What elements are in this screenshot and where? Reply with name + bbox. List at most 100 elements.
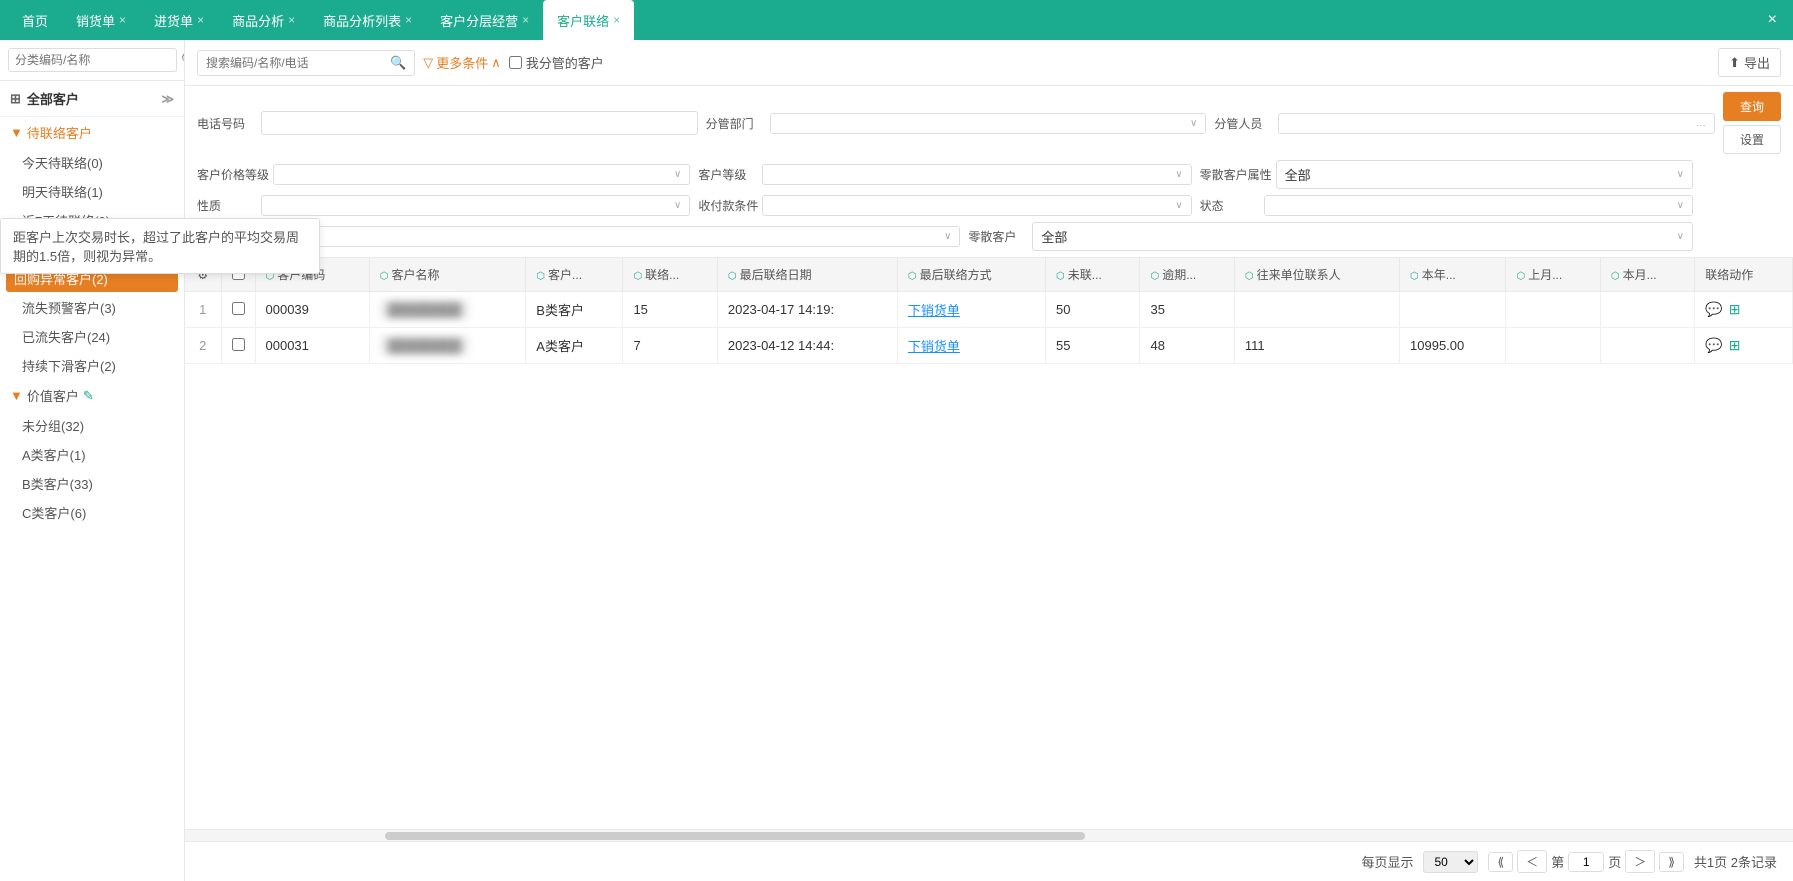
filter-person: 分管人员 … (1214, 113, 1715, 134)
scrollbar-thumb[interactable] (385, 832, 1085, 840)
col-name[interactable]: 客户名称 (369, 258, 526, 292)
export-btn[interactable]: ⬆ 导出 (1718, 48, 1781, 77)
person-select[interactable]: … (1278, 113, 1715, 134)
sidebar-class-a[interactable]: A类客户(1) (0, 440, 184, 469)
page-size-select[interactable]: 50 20 100 (1423, 851, 1478, 873)
chevron-down-icon-7: ∨ (1175, 200, 1182, 211)
search-icon[interactable]: 🔍 (390, 55, 406, 71)
col-contact[interactable]: 联络... (623, 258, 717, 292)
col-last-contact-date[interactable]: 最后联络日期 (717, 258, 897, 292)
contact-icon-1[interactable]: 💬 (1705, 301, 1722, 318)
sidebar-lost[interactable]: 已流失客户(24) (0, 322, 184, 351)
sidebar-ungroup[interactable]: 未分组(32) (0, 411, 184, 440)
chevron-down-icon-10: ∨ (1677, 231, 1684, 242)
chevron-down-icon-3: ∨ (674, 169, 681, 180)
my-customer-checkbox[interactable]: 我分管的客户 (509, 53, 604, 72)
nav-customer-contact[interactable]: 客户联络 × (543, 0, 634, 40)
retail-attr-select[interactable]: 全部 ∨ (1276, 160, 1693, 189)
col-category[interactable]: 客户... (526, 258, 623, 292)
col-last-month[interactable]: 上月... (1506, 258, 1600, 292)
filter-row-1: 电话号码 分管部门 ∨ 分管人员 … (197, 92, 1781, 154)
col-this-month[interactable]: 本月... (1600, 258, 1694, 292)
customer-type-select[interactable]: ∨ (300, 226, 961, 247)
nav-purchase[interactable]: 进货单 × (140, 0, 218, 40)
toolbar: 🔍 ▽ 更多条件 ∧ 我分管的客户 ⬆ 导出 (185, 40, 1793, 86)
close-sales-tab[interactable]: × (119, 13, 126, 27)
customer-code-1: 000039 (255, 292, 369, 328)
customer-name-1: ████████ (369, 292, 526, 328)
row-checkbox-1[interactable] (221, 292, 255, 328)
chevron-down-icon-2: … (1696, 118, 1706, 129)
row-checkbox-2[interactable] (221, 328, 255, 364)
sidebar-tomorrow-pending[interactable]: 明天待联络(1) (0, 177, 184, 206)
filter-row-3: 性质 ∨ 收付款条件 ∨ 状态 (197, 195, 1781, 216)
customer-grade-select[interactable]: ∨ (762, 164, 1191, 185)
first-page-btn[interactable]: ⟪ (1488, 852, 1513, 872)
sidebar-lost-preview[interactable]: 流失预警客户(3) (0, 293, 184, 322)
col-unreached[interactable]: 未联... (1046, 258, 1140, 292)
sidebar-collapse-btn[interactable]: ≫ (161, 92, 174, 106)
last-contact-method-1[interactable]: 下销货单 (897, 292, 1045, 328)
data-table: ⚙ 客户编码 客户名称 客户... 联络... 最后联络日期 最后联络方式 未联… (185, 258, 1793, 364)
close-customer-tier-tab[interactable]: × (522, 13, 529, 27)
horizontal-scrollbar[interactable] (185, 829, 1793, 841)
window-close-btn[interactable]: × (1760, 11, 1785, 29)
sidebar-class-c[interactable]: C类客户(6) (0, 498, 184, 527)
export-icon: ⬆ (1729, 55, 1740, 71)
last-contact-method-2[interactable]: 下销货单 (897, 328, 1045, 364)
nav-sales[interactable]: 销货单 × (62, 0, 140, 40)
my-customer-check[interactable] (509, 56, 522, 69)
prev-page-btn[interactable]: ＜ (1517, 850, 1547, 873)
nav-customer-tier[interactable]: 客户分层经营 × (426, 0, 543, 40)
phone-input[interactable] (261, 111, 698, 135)
more-icon-1[interactable]: ⊞ (1729, 301, 1741, 318)
retail-customer-select[interactable]: 全部 ∨ (1032, 222, 1693, 251)
status-select[interactable]: ∨ (1264, 195, 1693, 216)
last-page-btn[interactable]: ⟫ (1659, 852, 1684, 872)
col-last-contact-method[interactable]: 最后联络方式 (897, 258, 1045, 292)
payment-select[interactable]: ∨ (762, 195, 1191, 216)
query-btn[interactable]: 查询 (1723, 92, 1781, 121)
settings-btn[interactable]: 设置 (1723, 125, 1781, 154)
gender-select[interactable]: ∨ (261, 195, 690, 216)
page-input[interactable] (1568, 852, 1604, 872)
this-month-1 (1600, 292, 1694, 328)
customer-code-2: 000031 (255, 328, 369, 364)
table-footer: 每页显示 50 20 100 ⟪ ＜ 第 页 ＞ ⟫ 共1页 2条记录 (185, 841, 1793, 881)
sidebar-search-area: 🔍 (0, 40, 184, 81)
unit-contact-2: 111 (1234, 328, 1399, 364)
sidebar-declining[interactable]: 持续下滑客户(2) (0, 351, 184, 380)
edit-icon[interactable]: ✎ (83, 388, 94, 404)
chevron-down-icon-4: ∨ (1175, 169, 1182, 180)
more-filter-btn[interactable]: ▽ 更多条件 ∧ (423, 53, 501, 72)
sidebar-class-b[interactable]: B类客户(33) (0, 469, 184, 498)
next-page-btn[interactable]: ＞ (1625, 850, 1655, 873)
filter-retail-attr: 零散客户属性 全部 ∨ (1200, 160, 1693, 189)
dept-select[interactable]: ∨ (770, 113, 1207, 134)
more-icon-2[interactable]: ⊞ (1729, 337, 1741, 354)
chevron-down-icon-5: ∨ (1677, 169, 1684, 180)
page-label: 第 (1551, 852, 1564, 871)
this-year-2: 10995.00 (1400, 328, 1506, 364)
close-product-list-tab[interactable]: × (405, 13, 412, 27)
col-action: 联络动作 (1695, 258, 1793, 292)
filter-phone: 电话号码 (197, 111, 698, 135)
sidebar-today-pending[interactable]: 今天待联络(0) (0, 148, 184, 177)
price-grade-select[interactable]: ∨ (273, 164, 690, 185)
col-this-year[interactable]: 本年... (1400, 258, 1506, 292)
col-unit-contact[interactable]: 往来单位联系人 (1234, 258, 1399, 292)
close-customer-contact-tab[interactable]: × (613, 13, 620, 27)
search-input[interactable] (206, 56, 386, 70)
price-value-group[interactable]: ▼ 价值客户 ✎ (0, 380, 184, 411)
col-overdue[interactable]: 逾期... (1140, 258, 1234, 292)
overdue-2: 48 (1140, 328, 1234, 364)
contact-icon-2[interactable]: 💬 (1705, 337, 1722, 354)
sidebar-search-input[interactable] (8, 48, 177, 72)
last-contact-date-1: 2023-04-17 14:19: (717, 292, 897, 328)
close-product-analysis-tab[interactable]: × (288, 13, 295, 27)
nav-home[interactable]: 首页 (8, 0, 62, 40)
close-purchase-tab[interactable]: × (197, 13, 204, 27)
nav-product-analysis[interactable]: 商品分析 × (218, 0, 309, 40)
pending-contact-group[interactable]: ▼ 待联络客户 (0, 117, 184, 148)
nav-product-list[interactable]: 商品分析列表 × (309, 0, 426, 40)
